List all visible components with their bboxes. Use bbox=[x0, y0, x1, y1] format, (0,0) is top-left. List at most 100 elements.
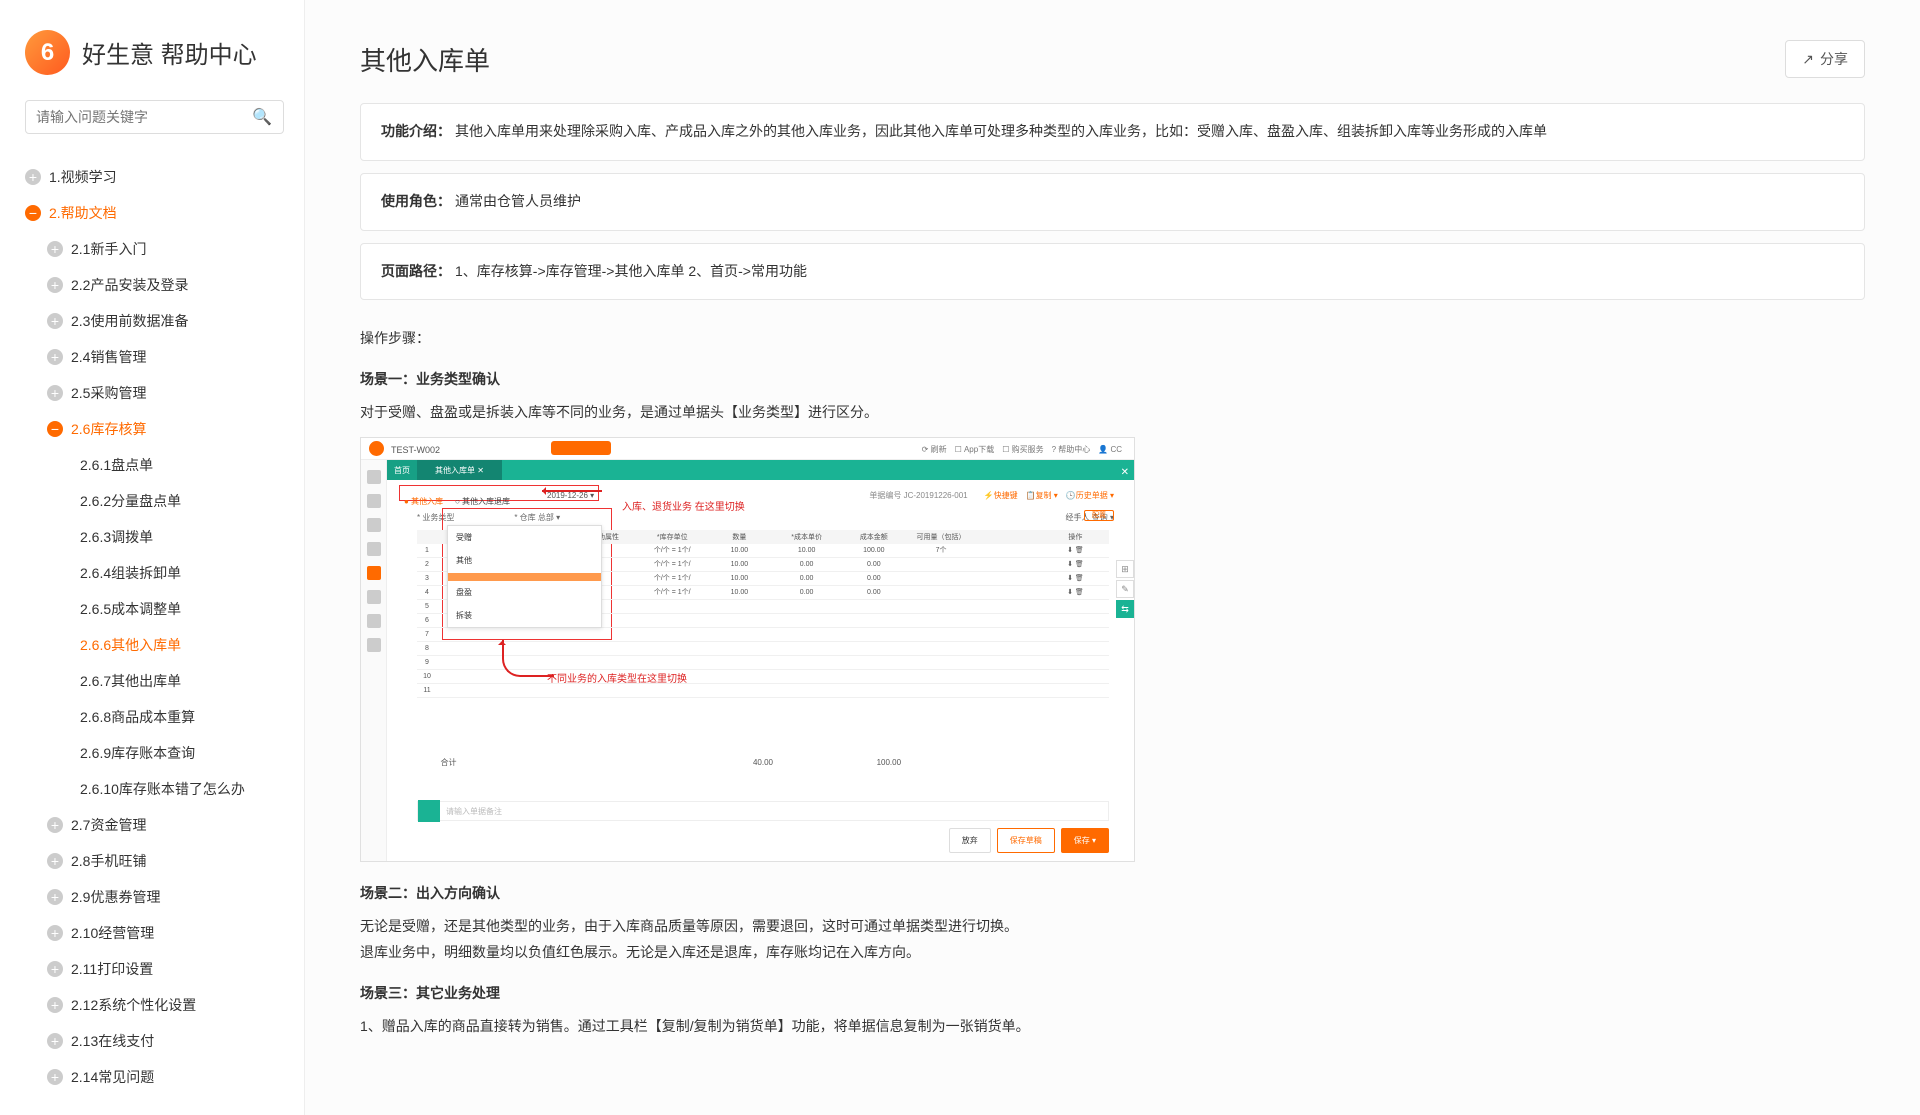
remark-placeholder: 请输入单据备注 bbox=[446, 804, 502, 819]
nav-docs[interactable]: −2.帮助文档 bbox=[25, 195, 284, 231]
dd-opt: 拆装 bbox=[448, 604, 601, 627]
nav-2-7[interactable]: +2.7资金管理 bbox=[25, 807, 284, 843]
expand-icon: + bbox=[47, 313, 63, 329]
search-box: 🔍 bbox=[25, 100, 284, 134]
scene2-body2: 退库业务中，明细数量均以负值红色展示。无论是入库还是退库，库存账均记在入库方向。 bbox=[360, 939, 1865, 966]
expand-icon: + bbox=[47, 997, 63, 1013]
nav-2-5[interactable]: +2.5采购管理 bbox=[25, 375, 284, 411]
ss-tab-home: 首页 bbox=[387, 460, 417, 480]
nav-2-9[interactable]: +2.9优惠券管理 bbox=[25, 879, 284, 915]
scene2-title: 场景二：出入方向确认 bbox=[360, 880, 1865, 907]
expand-icon: + bbox=[47, 961, 63, 977]
expand-icon: + bbox=[47, 925, 63, 941]
ss-tab-current: 其他入库单 ✕ bbox=[417, 460, 502, 480]
expand-icon: + bbox=[47, 889, 63, 905]
nav-2-6-8[interactable]: 2.6.8商品成本重算 bbox=[25, 699, 284, 735]
path-box: 页面路径：1、库存核算->库存管理->其他入库单 2、首页->常用功能 bbox=[360, 243, 1865, 301]
embedded-screenshot: TEST-W002 ⟳ 刷新 ☐ App下载 ☐ 购买服务 ? 帮助中心 👤 C… bbox=[360, 437, 1135, 862]
rail-icon bbox=[367, 638, 381, 652]
expand-icon: + bbox=[25, 169, 41, 185]
rail-icon bbox=[367, 590, 381, 604]
expand-icon: + bbox=[47, 1033, 63, 1049]
nav-2-6-2[interactable]: 2.6.2分量盘点单 bbox=[25, 483, 284, 519]
nav-2-12[interactable]: +2.12系统个性化设置 bbox=[25, 987, 284, 1023]
nav-2-6-5[interactable]: 2.6.5成本调整单 bbox=[25, 591, 284, 627]
nav-2-6-7[interactable]: 2.6.7其他出库单 bbox=[25, 663, 284, 699]
logo-icon: 6 bbox=[25, 30, 70, 75]
rail-icon bbox=[367, 614, 381, 628]
ss-logo-icon bbox=[369, 441, 384, 456]
ss-arrow-1 bbox=[542, 490, 602, 492]
nav-2-1[interactable]: +2.1新手入门 bbox=[25, 231, 284, 267]
search-input[interactable] bbox=[25, 100, 284, 134]
search-icon[interactable]: 🔍 bbox=[252, 107, 272, 127]
nav-2-6[interactable]: −2.6库存核算 bbox=[25, 411, 284, 447]
path-text: 1、库存核算->库存管理->其他入库单 2、首页->常用功能 bbox=[455, 263, 807, 279]
expand-icon: + bbox=[47, 1069, 63, 1085]
nav-2-8[interactable]: +2.8手机旺铺 bbox=[25, 843, 284, 879]
intro-text: 其他入库单用来处理除采购入库、产成品入库之外的其他入库业务，因此其他入库单可处理… bbox=[455, 123, 1547, 139]
nav-2-11[interactable]: +2.11打印设置 bbox=[25, 951, 284, 987]
content-section: 操作步骤： 场景一：业务类型确认 对于受赠、盘盈或是拆装入库等不同的业务，是通过… bbox=[360, 325, 1865, 1039]
dd-opt: 盘盈 bbox=[448, 581, 601, 604]
ss-topbar: TEST-W002 ⟳ 刷新 ☐ App下载 ☐ 购买服务 ? 帮助中心 👤 C… bbox=[361, 438, 1134, 460]
steps-label: 操作步骤： bbox=[360, 325, 1865, 352]
scene3-body: 1、赠品入库的商品直接转为销售。通过工具栏【复制/复制为销货单】功能，将单据信息… bbox=[360, 1013, 1865, 1040]
dd-opt-selected bbox=[448, 573, 601, 581]
scene3-title: 场景三：其它业务处理 bbox=[360, 980, 1865, 1007]
share-button[interactable]: ↗分享 bbox=[1785, 40, 1865, 78]
ss-btn-save: 保存 ▾ bbox=[1061, 828, 1109, 853]
site-title: 好生意 帮助中心 bbox=[82, 35, 257, 70]
ss-btn-draft: 保存草稿 bbox=[997, 828, 1055, 853]
nav-video[interactable]: +1.视频学习 bbox=[25, 159, 284, 195]
ss-footer: 放弃 保存草稿 保存 ▾ bbox=[949, 828, 1109, 853]
ss-table-row: 11 bbox=[417, 684, 1109, 698]
nav-2-14[interactable]: +2.14常见问题 bbox=[25, 1059, 284, 1095]
sidebar: 6 好生意 帮助中心 🔍 +1.视频学习 −2.帮助文档 +2.1新手入门 +2… bbox=[0, 0, 305, 1115]
rail-icon bbox=[367, 542, 381, 556]
ss-radio-return: ○ 其他入库退库 bbox=[451, 497, 514, 506]
side-icon: ✎ bbox=[1116, 580, 1134, 598]
ss-right-info: 单据编号 JC-20191226-001 ⚡快捷键 📋复制 ▾ 🕒历史单据 ▾ bbox=[869, 488, 1114, 503]
nav-2-3[interactable]: +2.3使用前数据准备 bbox=[25, 303, 284, 339]
nav-2-2[interactable]: +2.2产品安装及登录 bbox=[25, 267, 284, 303]
nav-2-13[interactable]: +2.13在线支付 bbox=[25, 1023, 284, 1059]
side-icon: ⇆ bbox=[1116, 600, 1134, 618]
role-label: 使用角色： bbox=[381, 193, 451, 209]
expand-icon: + bbox=[47, 385, 63, 401]
nav-2-6-3[interactable]: 2.6.3调拨单 bbox=[25, 519, 284, 555]
nav-2-6-4[interactable]: 2.6.4组装拆卸单 bbox=[25, 555, 284, 591]
ss-top-links: ⟳ 刷新 ☐ App下载 ☐ 购买服务 ? 帮助中心 👤 CC bbox=[922, 442, 1122, 457]
page-header: 其他入库单 ↗分享 bbox=[360, 40, 1865, 78]
remark-icon bbox=[418, 800, 440, 822]
ss-body: ● 其他入库 ○ 其他入库退库 2019-12-26 ▾ 入库、退货业务 在这里… bbox=[387, 480, 1134, 861]
role-text: 通常由仓管人员维护 bbox=[455, 193, 581, 209]
logo-row: 6 好生意 帮助中心 bbox=[25, 30, 284, 75]
rail-icon bbox=[367, 470, 381, 484]
expand-icon: + bbox=[47, 241, 63, 257]
intro-box: 功能介绍：其他入库单用来处理除采购入库、产成品入库之外的其他入库业务，因此其他入… bbox=[360, 103, 1865, 161]
side-icon: ⊞ bbox=[1116, 560, 1134, 578]
ss-dropdown: 受赠 其他 盘盈 拆装 bbox=[447, 525, 602, 628]
rail-icon bbox=[367, 518, 381, 532]
ss-left-rail bbox=[361, 460, 387, 861]
intro-label: 功能介绍： bbox=[381, 123, 451, 139]
nav-2-10[interactable]: +2.10经营管理 bbox=[25, 915, 284, 951]
scene2-body1: 无论是受赠，还是其他类型的业务，由于入库商品质量等原因，需要退回，这时可通过单据… bbox=[360, 913, 1865, 940]
expand-icon: + bbox=[47, 853, 63, 869]
path-label: 页面路径： bbox=[381, 263, 451, 279]
ss-tabs: 首页 其他入库单 ✕ ✕ bbox=[387, 460, 1134, 480]
rail-icon-active bbox=[367, 566, 381, 580]
nav-2-6-6[interactable]: 2.6.6其他入库单 bbox=[25, 627, 284, 663]
main-content: 其他入库单 ↗分享 功能介绍：其他入库单用来处理除采购入库、产成品入库之外的其他… bbox=[305, 0, 1920, 1115]
ss-orange-button bbox=[551, 441, 611, 455]
dd-opt: 其他 bbox=[448, 549, 601, 572]
nav-2-6-10[interactable]: 2.6.10库存账本错了怎么办 bbox=[25, 771, 284, 807]
scene1-body: 对于受赠、盘盈或是拆装入库等不同的业务，是通过单据头【业务类型】进行区分。 bbox=[360, 399, 1865, 426]
nav-2-4[interactable]: +2.4销售管理 bbox=[25, 339, 284, 375]
collapse-icon: − bbox=[47, 421, 63, 437]
expand-icon: + bbox=[47, 817, 63, 833]
rail-icon bbox=[367, 494, 381, 508]
nav-2-6-1[interactable]: 2.6.1盘点单 bbox=[25, 447, 284, 483]
nav-2-6-9[interactable]: 2.6.9库存账本查询 bbox=[25, 735, 284, 771]
